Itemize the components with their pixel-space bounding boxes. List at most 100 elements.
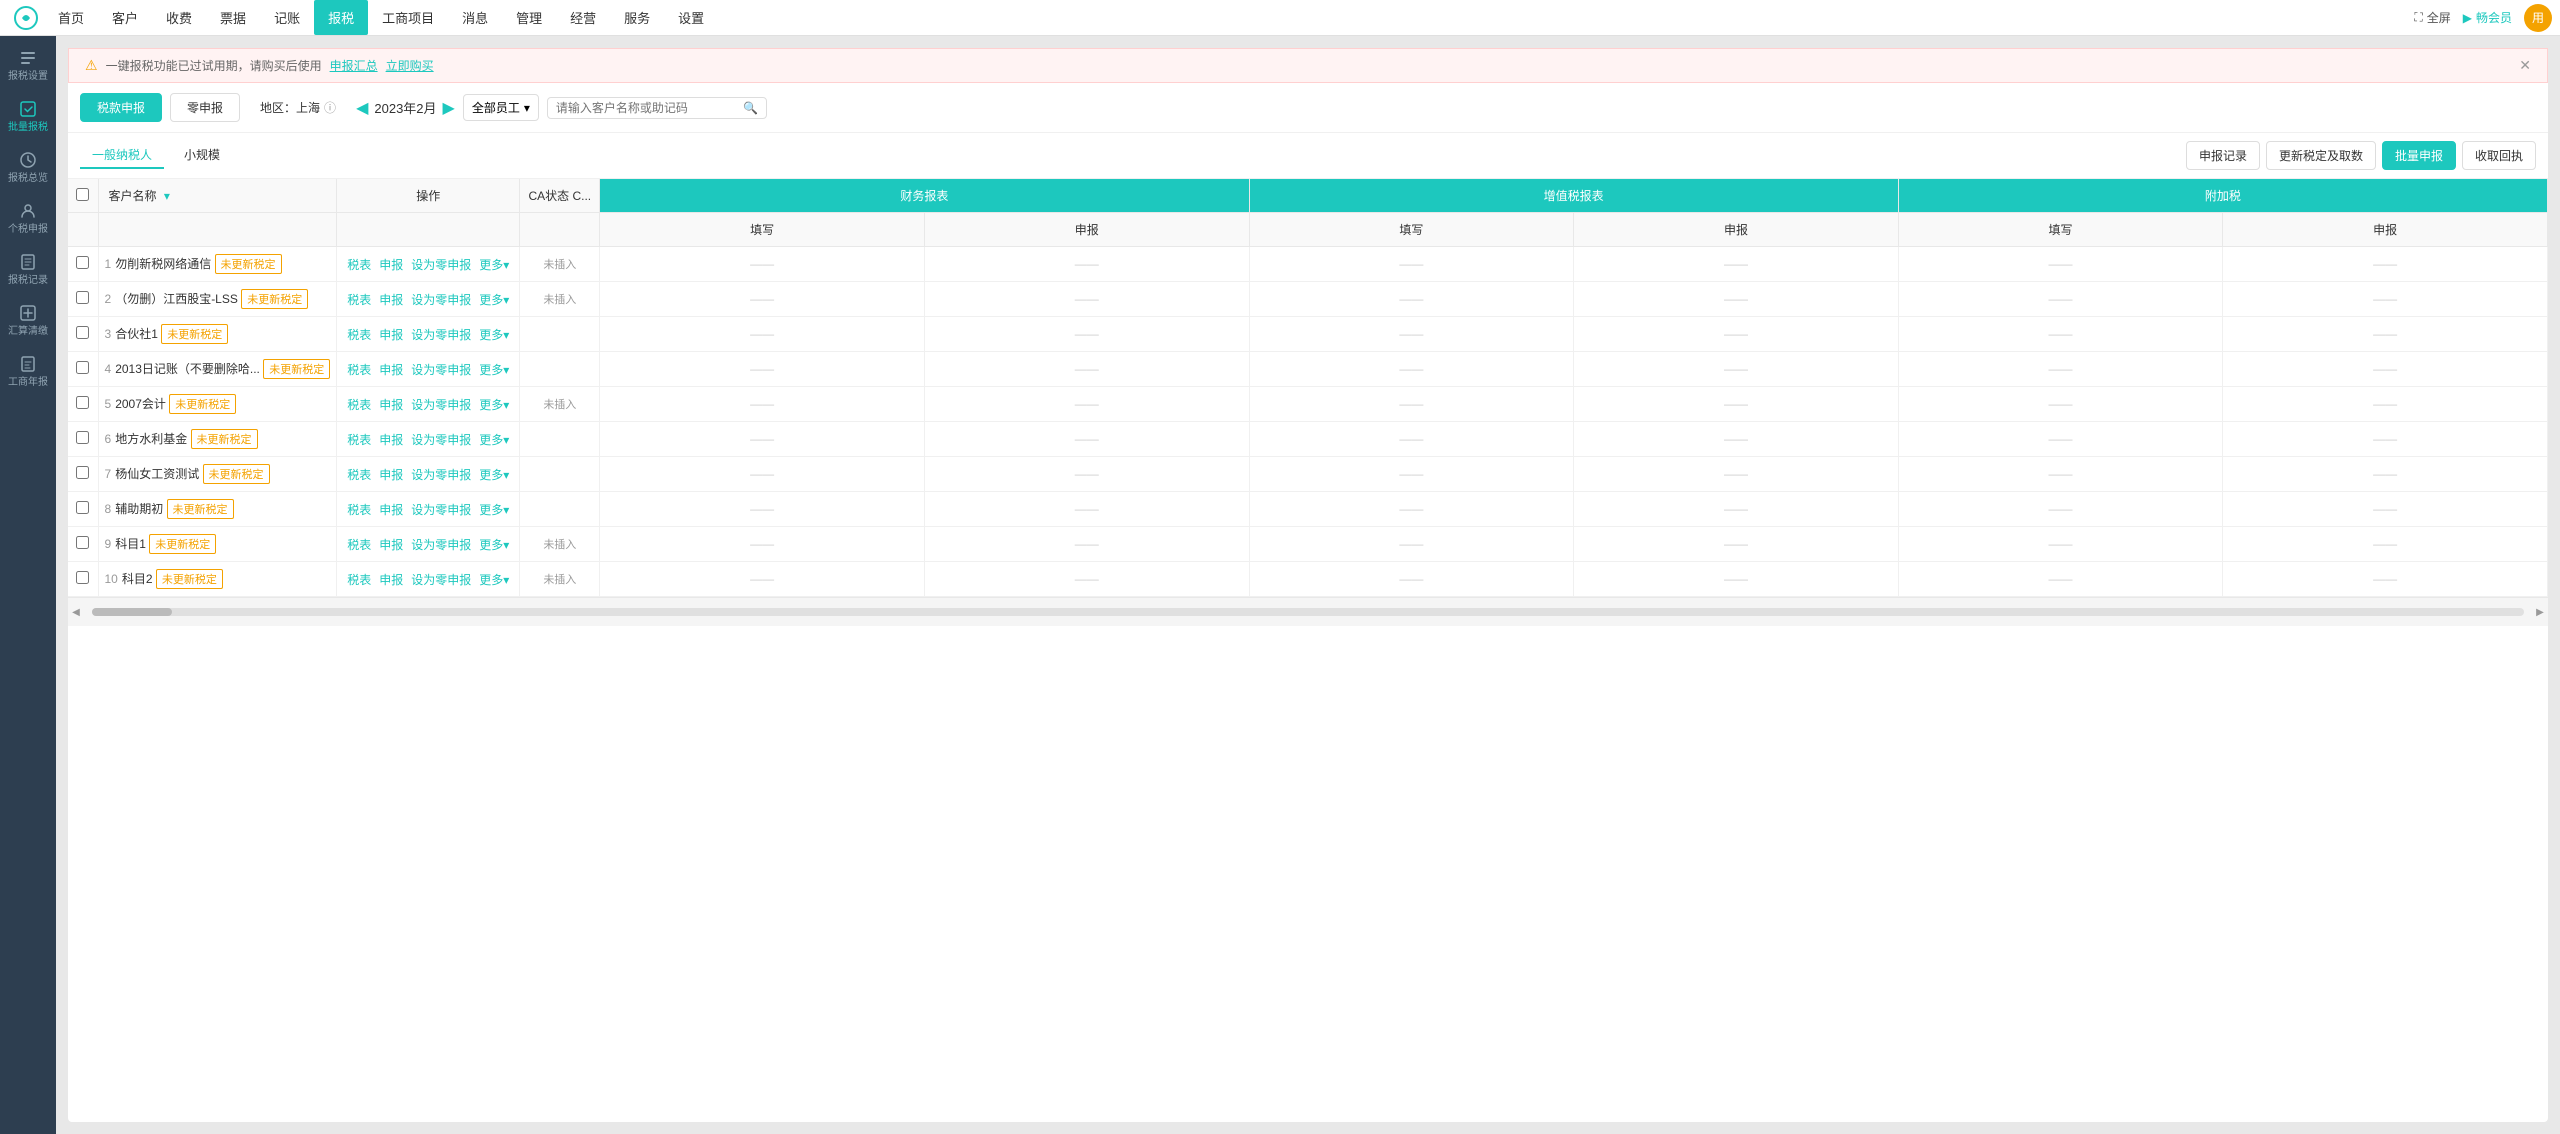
tab-zero-declaration[interactable]: 零申报	[170, 93, 240, 122]
date-navigator: ◀ 2023年2月 ▶	[356, 98, 455, 118]
op-btn-税表[interactable]: 税表	[343, 466, 375, 483]
op-btn-申报[interactable]: 申报	[375, 571, 407, 588]
op-btn-设为零申报[interactable]: 设为零申报	[407, 431, 475, 448]
row-checkbox[interactable]	[76, 536, 89, 549]
operations-cell: 税表申报设为零申报更多▾	[337, 457, 520, 492]
op-btn-税表[interactable]: 税表	[343, 536, 375, 553]
op-btn-设为零申报[interactable]: 设为零申报	[407, 536, 475, 553]
nav-clients[interactable]: 客户	[98, 0, 152, 35]
table-cell-dash: ——	[2223, 247, 2548, 282]
search-input[interactable]	[556, 101, 743, 115]
row-checkbox[interactable]	[76, 501, 89, 514]
banner-link-buy[interactable]: 立即购买	[386, 57, 434, 74]
op-btn-申报[interactable]: 申报	[375, 501, 407, 518]
dash-value: ——	[1399, 292, 1423, 306]
row-checkbox[interactable]	[76, 326, 89, 339]
sidebar-item-tax-record[interactable]: 报税记录	[0, 244, 56, 295]
op-more-btn[interactable]: 更多▾	[475, 431, 513, 448]
op-btn-申报[interactable]: 申报	[375, 466, 407, 483]
row-checkbox[interactable]	[76, 466, 89, 479]
op-more-btn[interactable]: 更多▾	[475, 396, 513, 413]
tab-general-taxpayer[interactable]: 一般纳税人	[80, 142, 164, 169]
nav-settings[interactable]: 设置	[664, 0, 718, 35]
op-btn-税表[interactable]: 税表	[343, 326, 375, 343]
op-btn-申报[interactable]: 申报	[375, 361, 407, 378]
select-all-checkbox[interactable]	[76, 188, 89, 201]
op-btn-税表[interactable]: 税表	[343, 571, 375, 588]
op-more-btn[interactable]: 更多▾	[475, 326, 513, 343]
op-btn-申报[interactable]: 申报	[375, 396, 407, 413]
nav-operations[interactable]: 经营	[556, 0, 610, 35]
op-more-btn[interactable]: 更多▾	[475, 501, 513, 518]
table-cell-dash: ——	[1898, 387, 2223, 422]
op-btn-申报[interactable]: 申报	[375, 431, 407, 448]
btn-declaration-record[interactable]: 申报记录	[2186, 141, 2260, 170]
tab-small-scale[interactable]: 小规模	[172, 142, 232, 169]
op-btn-税表[interactable]: 税表	[343, 291, 375, 308]
op-btn-申报[interactable]: 申报	[375, 291, 407, 308]
nav-tax[interactable]: 报税	[314, 0, 368, 35]
op-btn-设为零申报[interactable]: 设为零申报	[407, 326, 475, 343]
sidebar-item-settlement[interactable]: 汇算清缴	[0, 295, 56, 346]
op-more-btn[interactable]: 更多▾	[475, 536, 513, 553]
nav-business[interactable]: 工商项目	[368, 0, 448, 35]
row-checkbox[interactable]	[76, 256, 89, 269]
banner-link-summary[interactable]: 申报汇总	[330, 57, 378, 74]
op-btn-税表[interactable]: 税表	[343, 431, 375, 448]
nav-invoice[interactable]: 票据	[206, 0, 260, 35]
nav-home[interactable]: 首页	[44, 0, 98, 35]
row-checkbox[interactable]	[76, 571, 89, 584]
row-checkbox[interactable]	[76, 431, 89, 444]
row-checkbox[interactable]	[76, 361, 89, 374]
nav-accounting[interactable]: 记账	[260, 0, 314, 35]
op-btn-设为零申报[interactable]: 设为零申报	[407, 501, 475, 518]
nav-billing[interactable]: 收费	[152, 0, 206, 35]
scroll-left-arrow[interactable]: ◀	[68, 604, 84, 620]
btn-update-tax[interactable]: 更新税定及取数	[2266, 141, 2376, 170]
sidebar-item-tax-settings[interactable]: 报税设置	[0, 40, 56, 91]
search-icon[interactable]: 🔍	[743, 101, 758, 115]
op-btn-设为零申报[interactable]: 设为零申报	[407, 396, 475, 413]
sidebar-item-tax-overview[interactable]: 报税总览	[0, 142, 56, 193]
op-more-btn[interactable]: 更多▾	[475, 291, 513, 308]
sidebar-item-batch-tax[interactable]: 批量报税	[0, 91, 56, 142]
op-btn-申报[interactable]: 申报	[375, 536, 407, 553]
btn-batch-declare[interactable]: 批量申报	[2382, 141, 2456, 170]
op-btn-税表[interactable]: 税表	[343, 501, 375, 518]
op-btn-申报[interactable]: 申报	[375, 256, 407, 273]
row-checkbox[interactable]	[76, 396, 89, 409]
date-prev-button[interactable]: ◀	[356, 98, 368, 118]
user-avatar[interactable]: 用	[2524, 4, 2552, 32]
op-btn-设为零申报[interactable]: 设为零申报	[407, 291, 475, 308]
scroll-right-arrow[interactable]: ▶	[2532, 604, 2548, 620]
op-more-btn[interactable]: 更多▾	[475, 466, 513, 483]
staff-selector[interactable]: 全部员工 ▾	[463, 94, 539, 121]
op-btn-设为零申报[interactable]: 设为零申报	[407, 361, 475, 378]
nav-messages[interactable]: 消息	[448, 0, 502, 35]
info-icon[interactable]: ⓘ	[324, 99, 336, 116]
banner-close-button[interactable]: ✕	[2519, 57, 2531, 74]
op-more-btn[interactable]: 更多▾	[475, 256, 513, 273]
btn-collect-receipt[interactable]: 收取回执	[2462, 141, 2536, 170]
op-btn-设为零申报[interactable]: 设为零申报	[407, 571, 475, 588]
op-btn-税表[interactable]: 税表	[343, 361, 375, 378]
op-more-btn[interactable]: 更多▾	[475, 571, 513, 588]
row-checkbox[interactable]	[76, 291, 89, 304]
nav-service[interactable]: 服务	[610, 0, 664, 35]
date-next-button[interactable]: ▶	[443, 98, 455, 118]
fullscreen-button[interactable]: ⛶ 全屏	[2414, 9, 2450, 26]
op-btn-税表[interactable]: 税表	[343, 256, 375, 273]
sort-icon[interactable]: ▾	[164, 189, 170, 203]
op-btn-税表[interactable]: 税表	[343, 396, 375, 413]
op-btn-申报[interactable]: 申报	[375, 326, 407, 343]
scroll-track[interactable]	[92, 608, 2524, 616]
member-button[interactable]: ▶ 畅会员	[2463, 9, 2512, 26]
sidebar-item-annual-report[interactable]: 工商年报	[0, 346, 56, 397]
tab-tax-declaration[interactable]: 税款申报	[80, 93, 162, 122]
op-more-btn[interactable]: 更多▾	[475, 361, 513, 378]
op-btn-设为零申报[interactable]: 设为零申报	[407, 256, 475, 273]
sidebar-item-personal-tax[interactable]: 个税申报	[0, 193, 56, 244]
nav-management[interactable]: 管理	[502, 0, 556, 35]
dash-value: ——	[2373, 432, 2397, 446]
op-btn-设为零申报[interactable]: 设为零申报	[407, 466, 475, 483]
